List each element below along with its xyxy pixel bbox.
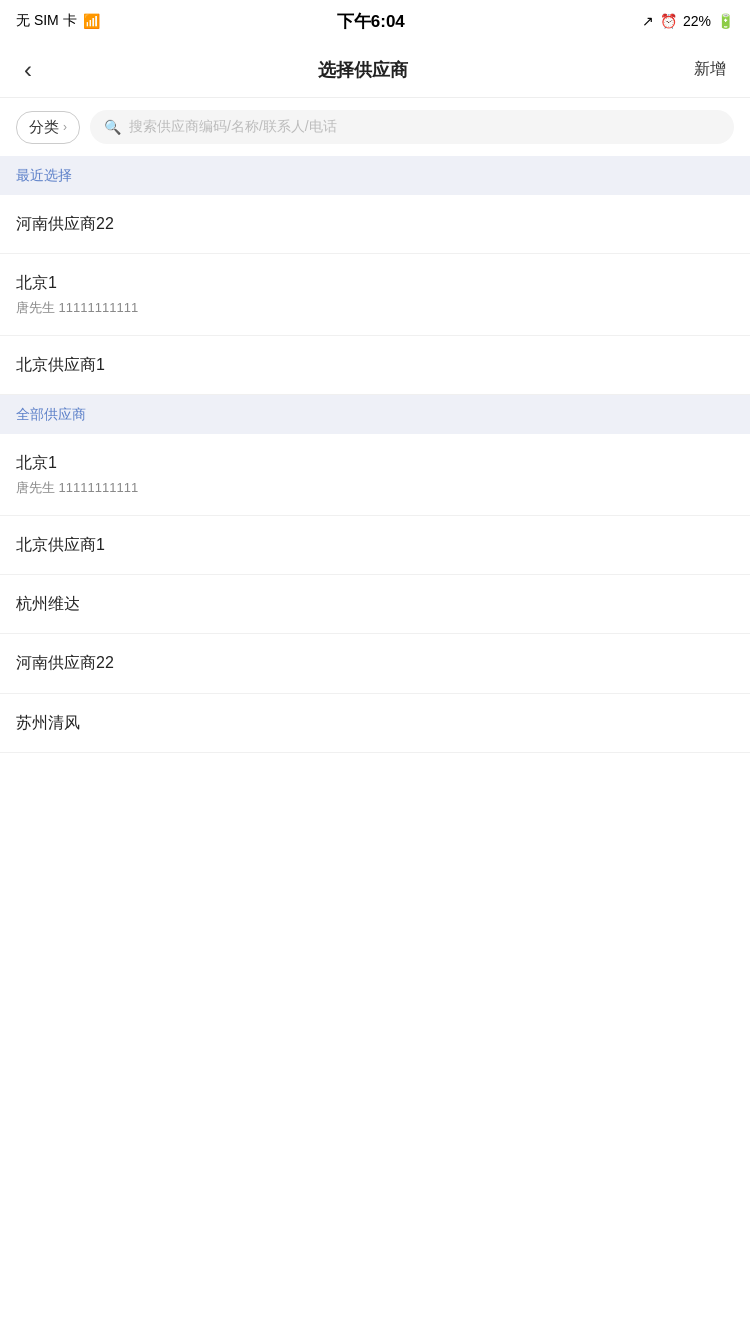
- recent-section-header: 最近选择: [0, 156, 750, 195]
- list-item[interactable]: 北京1 唐先生 11111111111: [0, 254, 750, 335]
- page-title: 选择供应商: [318, 58, 408, 82]
- supplier-name: 北京供应商1: [16, 354, 734, 376]
- supplier-name: 河南供应商22: [16, 213, 734, 235]
- list-item[interactable]: 河南供应商22: [0, 634, 750, 693]
- status-right: ↗ ⏰ 22% 🔋: [642, 13, 734, 29]
- battery-icon: 🔋: [717, 13, 734, 29]
- supplier-name: 杭州维达: [16, 593, 734, 615]
- category-button[interactable]: 分类 ›: [16, 111, 80, 144]
- location-icon: ↗: [642, 13, 654, 29]
- search-placeholder: 搜索供应商编码/名称/联系人/电话: [129, 118, 337, 136]
- category-label: 分类: [29, 118, 59, 137]
- all-header-label: 全部供应商: [16, 406, 86, 422]
- back-button[interactable]: ‹: [16, 48, 40, 92]
- supplier-name: 苏州清风: [16, 712, 734, 734]
- wifi-icon: 📶: [83, 13, 100, 29]
- alarm-icon: ⏰: [660, 13, 677, 29]
- status-left: 无 SIM 卡 📶: [16, 12, 100, 30]
- list-item[interactable]: 苏州清风: [0, 694, 750, 753]
- list-item[interactable]: 北京供应商1: [0, 516, 750, 575]
- list-item[interactable]: 北京供应商1: [0, 336, 750, 395]
- supplier-name: 河南供应商22: [16, 652, 734, 674]
- add-button[interactable]: 新增: [686, 51, 734, 88]
- no-sim-label: 无 SIM 卡: [16, 12, 77, 30]
- recent-items-list: 河南供应商22 北京1 唐先生 11111111111 北京供应商1: [0, 195, 750, 395]
- search-icon: 🔍: [104, 119, 121, 135]
- all-items-list: 北京1 唐先生 11111111111 北京供应商1 杭州维达 河南供应商22 …: [0, 434, 750, 753]
- search-input-wrap[interactable]: 🔍 搜索供应商编码/名称/联系人/电话: [90, 110, 734, 144]
- all-section-header: 全部供应商: [0, 395, 750, 434]
- supplier-sub: 唐先生 11111111111: [16, 299, 734, 317]
- recent-header-label: 最近选择: [16, 167, 72, 183]
- status-time: 下午6:04: [337, 10, 405, 33]
- chevron-right-icon: ›: [63, 120, 67, 134]
- battery-label: 22%: [683, 13, 711, 29]
- supplier-name: 北京1: [16, 452, 734, 474]
- filter-bar: 分类 › 🔍 搜索供应商编码/名称/联系人/电话: [0, 98, 750, 156]
- nav-bar: ‹ 选择供应商 新增: [0, 42, 750, 98]
- supplier-name: 北京供应商1: [16, 534, 734, 556]
- supplier-name: 北京1: [16, 272, 734, 294]
- supplier-sub: 唐先生 11111111111: [16, 479, 734, 497]
- list-item[interactable]: 北京1 唐先生 11111111111: [0, 434, 750, 515]
- list-item[interactable]: 杭州维达: [0, 575, 750, 634]
- status-bar: 无 SIM 卡 📶 下午6:04 ↗ ⏰ 22% 🔋: [0, 0, 750, 42]
- list-item[interactable]: 河南供应商22: [0, 195, 750, 254]
